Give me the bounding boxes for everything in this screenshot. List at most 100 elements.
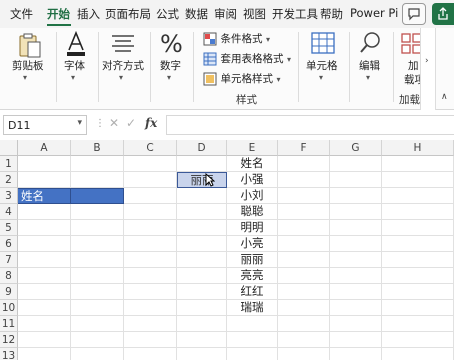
cell-e4[interactable]: 聪聪 xyxy=(227,204,278,220)
insert-function-icon[interactable]: fx xyxy=(145,116,157,130)
select-all-corner[interactable] xyxy=(0,140,18,156)
cell-b11[interactable] xyxy=(71,316,124,332)
cell-h13[interactable] xyxy=(382,348,454,360)
row-header-8[interactable]: 8 xyxy=(0,268,18,284)
menu-home[interactable]: 开始 xyxy=(47,6,70,22)
cell-g8[interactable] xyxy=(330,268,382,284)
cell-c2[interactable] xyxy=(124,172,177,188)
cell-e5[interactable]: 明明 xyxy=(227,220,278,236)
cell-e3[interactable]: 小刘 xyxy=(227,188,278,204)
cell-f1[interactable] xyxy=(278,156,330,172)
cell-h9[interactable] xyxy=(382,284,454,300)
cell-h4[interactable] xyxy=(382,204,454,220)
cell-b10[interactable] xyxy=(71,300,124,316)
cell-d7[interactable] xyxy=(177,252,227,268)
cells-button[interactable] xyxy=(310,30,336,58)
cell-d11[interactable] xyxy=(177,316,227,332)
cell-f12[interactable] xyxy=(278,332,330,348)
cell-c1[interactable] xyxy=(124,156,177,172)
paste-button[interactable] xyxy=(15,32,45,60)
cell-d2[interactable]: 丽丽 xyxy=(177,172,227,188)
cell-b2[interactable] xyxy=(71,172,124,188)
cell-e7[interactable]: 丽丽 xyxy=(227,252,278,268)
cell-f4[interactable] xyxy=(278,204,330,220)
cell-a7[interactable] xyxy=(18,252,71,268)
cell-h3[interactable] xyxy=(382,188,454,204)
cell-f11[interactable] xyxy=(278,316,330,332)
cell-c13[interactable] xyxy=(124,348,177,360)
cells-chevron-icon[interactable]: ▾ xyxy=(319,73,323,82)
font-chevron-icon[interactable]: ▾ xyxy=(71,73,75,82)
chevron-down-icon[interactable]: ▾ xyxy=(77,118,82,128)
cell-g10[interactable] xyxy=(330,300,382,316)
cell-f6[interactable] xyxy=(278,236,330,252)
cell-b3[interactable] xyxy=(71,188,124,204)
menu-help[interactable]: 帮助 xyxy=(320,6,343,22)
clipboard-label[interactable]: 剪贴板 xyxy=(12,58,44,73)
cell-c6[interactable] xyxy=(124,236,177,252)
cell-g3[interactable] xyxy=(330,188,382,204)
column-header-f[interactable]: F xyxy=(278,140,330,156)
cell-b13[interactable] xyxy=(71,348,124,360)
cell-c12[interactable] xyxy=(124,332,177,348)
cell-a13[interactable] xyxy=(18,348,71,360)
cell-b12[interactable] xyxy=(71,332,124,348)
cell-g4[interactable] xyxy=(330,204,382,220)
cell-b1[interactable] xyxy=(71,156,124,172)
column-header-e[interactable]: E xyxy=(227,140,278,156)
column-header-h[interactable]: H xyxy=(382,140,454,156)
cell-c4[interactable] xyxy=(124,204,177,220)
cell-a3[interactable]: 姓名 xyxy=(18,188,71,204)
cell-a4[interactable] xyxy=(18,204,71,220)
cell-h12[interactable] xyxy=(382,332,454,348)
cell-g6[interactable] xyxy=(330,236,382,252)
share-button[interactable] xyxy=(432,3,454,25)
cell-d9[interactable] xyxy=(177,284,227,300)
cell-a11[interactable] xyxy=(18,316,71,332)
number-chevron-icon[interactable]: ▾ xyxy=(167,73,171,82)
cell-a5[interactable] xyxy=(18,220,71,236)
menu-developer[interactable]: 开发工具 xyxy=(272,6,318,22)
menu-formulas[interactable]: 公式 xyxy=(156,6,179,22)
cell-b9[interactable] xyxy=(71,284,124,300)
cell-d5[interactable] xyxy=(177,220,227,236)
cell-d3[interactable] xyxy=(177,188,227,204)
cell-b7[interactable] xyxy=(71,252,124,268)
cell-b5[interactable] xyxy=(71,220,124,236)
cell-f10[interactable] xyxy=(278,300,330,316)
font-label[interactable]: 字体 xyxy=(64,58,85,73)
cell-d13[interactable] xyxy=(177,348,227,360)
menu-page-layout[interactable]: 页面布局 xyxy=(105,6,151,22)
cell-h2[interactable] xyxy=(382,172,454,188)
row-header-10[interactable]: 10 xyxy=(0,300,18,316)
cell-c9[interactable] xyxy=(124,284,177,300)
cell-a10[interactable] xyxy=(18,300,71,316)
cell-d4[interactable] xyxy=(177,204,227,220)
editing-chevron-icon[interactable]: ▾ xyxy=(366,73,370,82)
cell-e13[interactable] xyxy=(227,348,278,360)
conditional-format-button[interactable]: 条件格式 ▾ xyxy=(203,31,270,47)
addins-label-top[interactable]: 加 xyxy=(408,58,419,73)
row-header-3[interactable]: 3 xyxy=(0,188,18,204)
cell-c3[interactable] xyxy=(124,188,177,204)
cell-d8[interactable] xyxy=(177,268,227,284)
cell-g5[interactable] xyxy=(330,220,382,236)
cell-c7[interactable] xyxy=(124,252,177,268)
row-header-4[interactable]: 4 xyxy=(0,204,18,220)
cell-c10[interactable] xyxy=(124,300,177,316)
worksheet-grid[interactable]: ABCDEFGH 1 2 3 4 5 6 7 8 9 10 11 12 13 姓名 丽丽 小强 姓名 小刘 聪聪明… xyxy=(0,140,454,360)
menu-file[interactable]: 文件 xyxy=(10,6,33,22)
cell-f9[interactable] xyxy=(278,284,330,300)
cell-e10[interactable]: 瑞瑞 xyxy=(227,300,278,316)
cell-h6[interactable] xyxy=(382,236,454,252)
row-header-9[interactable]: 9 xyxy=(0,284,18,300)
alignment-button[interactable] xyxy=(110,32,136,56)
name-box[interactable]: D11 ▾ xyxy=(3,115,87,135)
cell-f5[interactable] xyxy=(278,220,330,236)
clipboard-chevron-icon[interactable]: ▾ xyxy=(23,73,27,82)
editing-label[interactable]: 编辑 xyxy=(359,58,380,73)
cell-g1[interactable] xyxy=(330,156,382,172)
menu-review[interactable]: 审阅 xyxy=(214,6,237,22)
cell-a2[interactable] xyxy=(18,172,71,188)
row-header-11[interactable]: 11 xyxy=(0,316,18,332)
